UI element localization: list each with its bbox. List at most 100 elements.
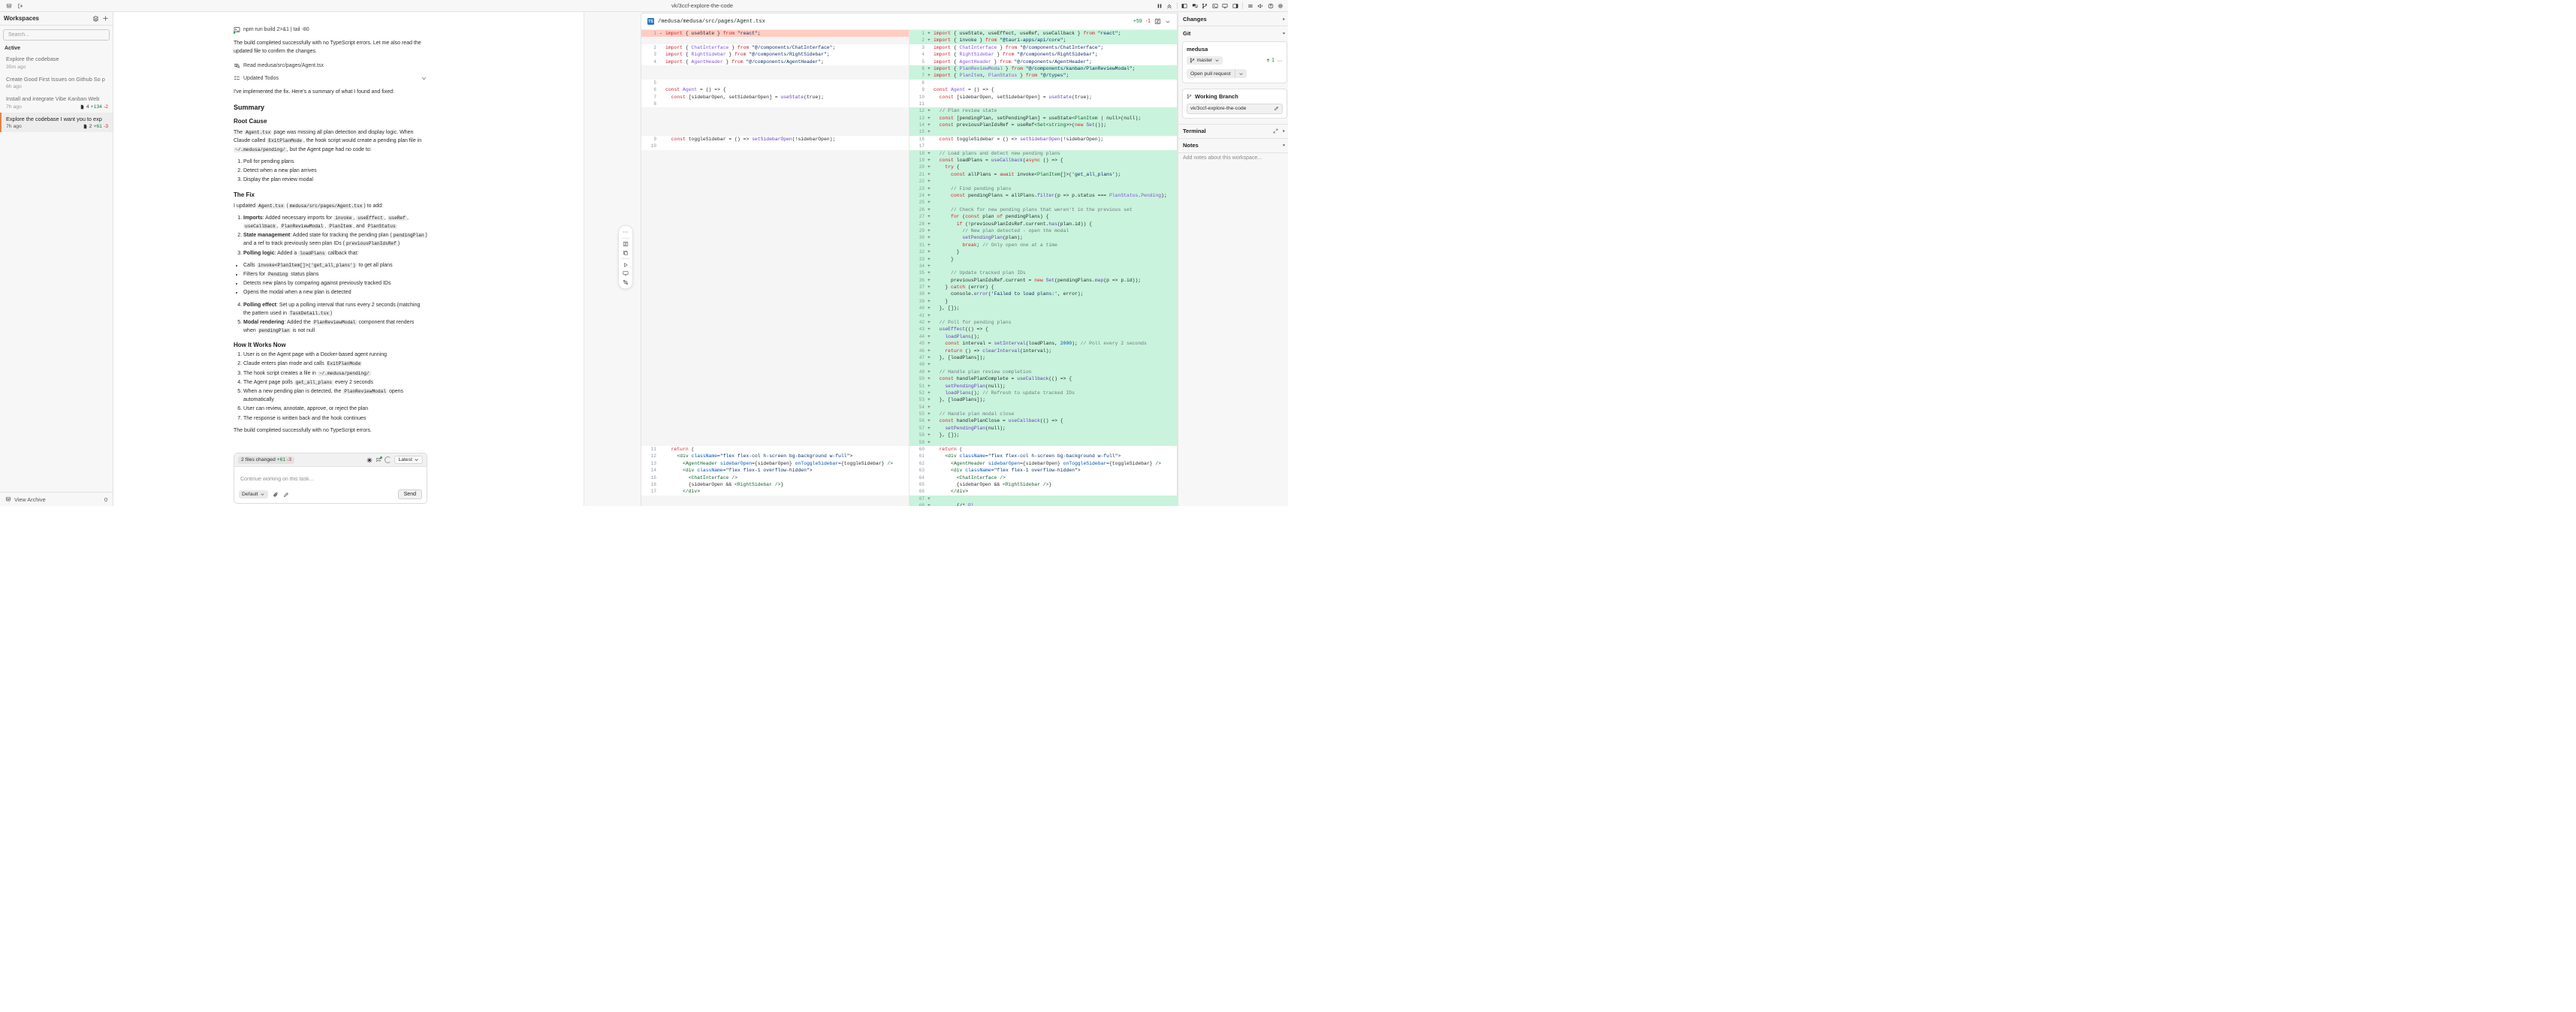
list-item: Opens the modal when a new plan is detec… [243, 288, 427, 297]
files-changed-badge[interactable]: 2 files changed +61 -3 [238, 456, 294, 464]
edit-branch-icon[interactable] [1274, 106, 1279, 111]
git-compare-icon[interactable] [623, 279, 629, 285]
diff-row [641, 115, 909, 122]
view-archive-button[interactable]: View Archive 0 [0, 492, 113, 506]
annotate-icon[interactable] [283, 492, 289, 498]
search-input[interactable] [7, 32, 106, 38]
diff-row [641, 128, 909, 135]
preview-icon[interactable] [623, 270, 629, 276]
latest-dropdown[interactable]: Latest [394, 456, 423, 464]
open-pull-request-button[interactable]: Open pull request [1187, 69, 1247, 78]
terminal-panel-icon[interactable] [1212, 3, 1218, 9]
working-branch-input[interactable]: vk/3ccf-explore-the-code [1187, 104, 1283, 114]
inline-code: Agent.tsx [244, 130, 272, 135]
changes-section-header[interactable]: Changes [1178, 12, 1288, 26]
diff-row: 46+ return () => clearInterval(interval)… [909, 348, 1177, 354]
diff-pane-new: 1+import { useState, useEffect, useRef, … [909, 30, 1177, 506]
inline-code: useRef [388, 215, 407, 221]
notes-input[interactable]: Add notes about this workspace... [1178, 153, 1288, 163]
diff-body[interactable]: 1-import { useState } from "react";2impo… [641, 30, 1177, 506]
diff-row: 13+ const [pendingPlan, setPendingPlan] … [909, 115, 1177, 122]
message-input[interactable] [239, 476, 425, 483]
toggle-left-panel-icon[interactable] [1181, 3, 1187, 9]
terminal-section-header[interactable]: Terminal [1178, 125, 1288, 138]
workspace-search[interactable] [3, 29, 110, 41]
diff-row: 60 return ( [909, 446, 1177, 453]
pause-icon[interactable] [1157, 3, 1163, 9]
diff-row: 17 [909, 143, 1177, 149]
toggle-right-panel-icon[interactable] [1232, 3, 1238, 9]
tool-call-row[interactable]: Updated Todos [234, 75, 427, 82]
diff-row: 55+ // Handle plan modal close [909, 411, 1177, 417]
diff-row [641, 439, 909, 446]
chevron-down-icon[interactable] [421, 75, 427, 82]
workspace-item[interactable]: Install and integrate Vibe Kanban Web7h … [0, 92, 113, 113]
inline-code: TaskDetail.tsx [288, 311, 330, 316]
file-icon [80, 104, 85, 110]
menu-icon[interactable] [1247, 3, 1253, 9]
chevron-down-icon [1238, 71, 1244, 77]
inline-code: PlanItem [327, 224, 353, 229]
notes-label: Notes [1183, 142, 1199, 149]
chat-panel-icon[interactable] [1192, 3, 1198, 9]
workspace-item[interactable]: Explore the codebase I want you to exp7h… [0, 113, 113, 133]
notes-section-header[interactable]: Notes [1178, 139, 1288, 152]
diff-row: 3import { RightSidebar } from "@/compone… [641, 51, 909, 58]
diff-row: 68+ {/* Pl [909, 502, 1177, 506]
diff-row: 63 <div className="flex flex-1 overflow-… [909, 467, 1177, 474]
diff-row: 1-import { useState } from "react"; [641, 30, 909, 37]
git-branch-icon[interactable] [1202, 3, 1208, 9]
diff-row [641, 411, 909, 417]
diff-row [641, 37, 909, 44]
add-workspace-icon[interactable] [102, 15, 109, 22]
diff-row [641, 206, 909, 213]
list-item: The Agent page polls get_all_plans every… [243, 378, 427, 387]
layers-icon[interactable] [92, 15, 99, 22]
drag-handle-icon[interactable] [623, 229, 629, 235]
section-heading: The Fix [234, 191, 427, 198]
diff-row: 42+ // Poll for pending plans [909, 319, 1177, 326]
help-icon[interactable] [1268, 3, 1274, 9]
collapse-all-icon[interactable] [1166, 3, 1172, 9]
spark-icon[interactable] [366, 457, 373, 463]
workspace-item[interactable]: Create Good First Issues on Github So p6… [0, 73, 113, 93]
numbered-list: Poll for pending plansDetect when a new … [234, 158, 427, 185]
working-branch-header: Working Branch [1187, 93, 1283, 100]
todos-status-icon[interactable] [376, 457, 382, 463]
diff-row: 49+ // Handle plan review completion [909, 369, 1177, 375]
diff-row: 4import { AgentHeader } from "@/componen… [641, 59, 909, 65]
collapse-diff-icon[interactable] [1165, 19, 1171, 25]
working-branch-label: Working Branch [1195, 93, 1238, 100]
diff-row [641, 199, 909, 206]
copy-icon[interactable] [623, 250, 629, 256]
workspace-item[interactable]: Explore the codebase35m ago [0, 53, 113, 73]
monitor-panel-icon[interactable] [1222, 3, 1228, 9]
diff-row: 9 const toggleSidebar = () => setSidebar… [641, 136, 909, 143]
spinner-icon [385, 456, 391, 463]
send-button[interactable]: Send [398, 489, 422, 499]
chat-transcript: npm run build 2>&1 | tail -80The build c… [234, 12, 427, 450]
git-branch-icon [1187, 94, 1192, 99]
branch-dropdown[interactable]: master [1187, 56, 1223, 65]
mode-dropdown[interactable]: Default [239, 490, 268, 498]
announcement-icon[interactable] [1257, 3, 1263, 9]
more-options-icon[interactable] [1277, 58, 1283, 64]
sign-out-icon[interactable] [17, 3, 23, 9]
tool-call-label: npm run build 2>&1 | tail -80 [243, 27, 309, 32]
tool-call-row[interactable]: Read medusa/src/pages/Agent.tsx [234, 62, 427, 69]
diff-view-icon[interactable] [623, 241, 629, 247]
diff-row: 61 <div className="flex flex-col h-scree… [909, 453, 1177, 459]
archive-window-icon[interactable] [6, 3, 12, 9]
inline-code: ~/.medusa/pending/ [318, 371, 371, 376]
section-heading: Summary [234, 104, 427, 111]
list-item: Polling logic: Added a loadPlans callbac… [243, 249, 427, 258]
attach-icon[interactable] [273, 492, 279, 498]
tool-call-row[interactable]: npm run build 2>&1 | tail -80 [234, 26, 427, 33]
run-icon[interactable] [623, 262, 629, 268]
diff-mode-icon[interactable] [1154, 18, 1161, 25]
diff-row [641, 256, 909, 263]
settings-icon[interactable] [1277, 3, 1283, 9]
git-section-header[interactable]: Git [1178, 26, 1288, 40]
diff-row: 10 [641, 143, 909, 149]
expand-icon[interactable] [1273, 128, 1278, 134]
